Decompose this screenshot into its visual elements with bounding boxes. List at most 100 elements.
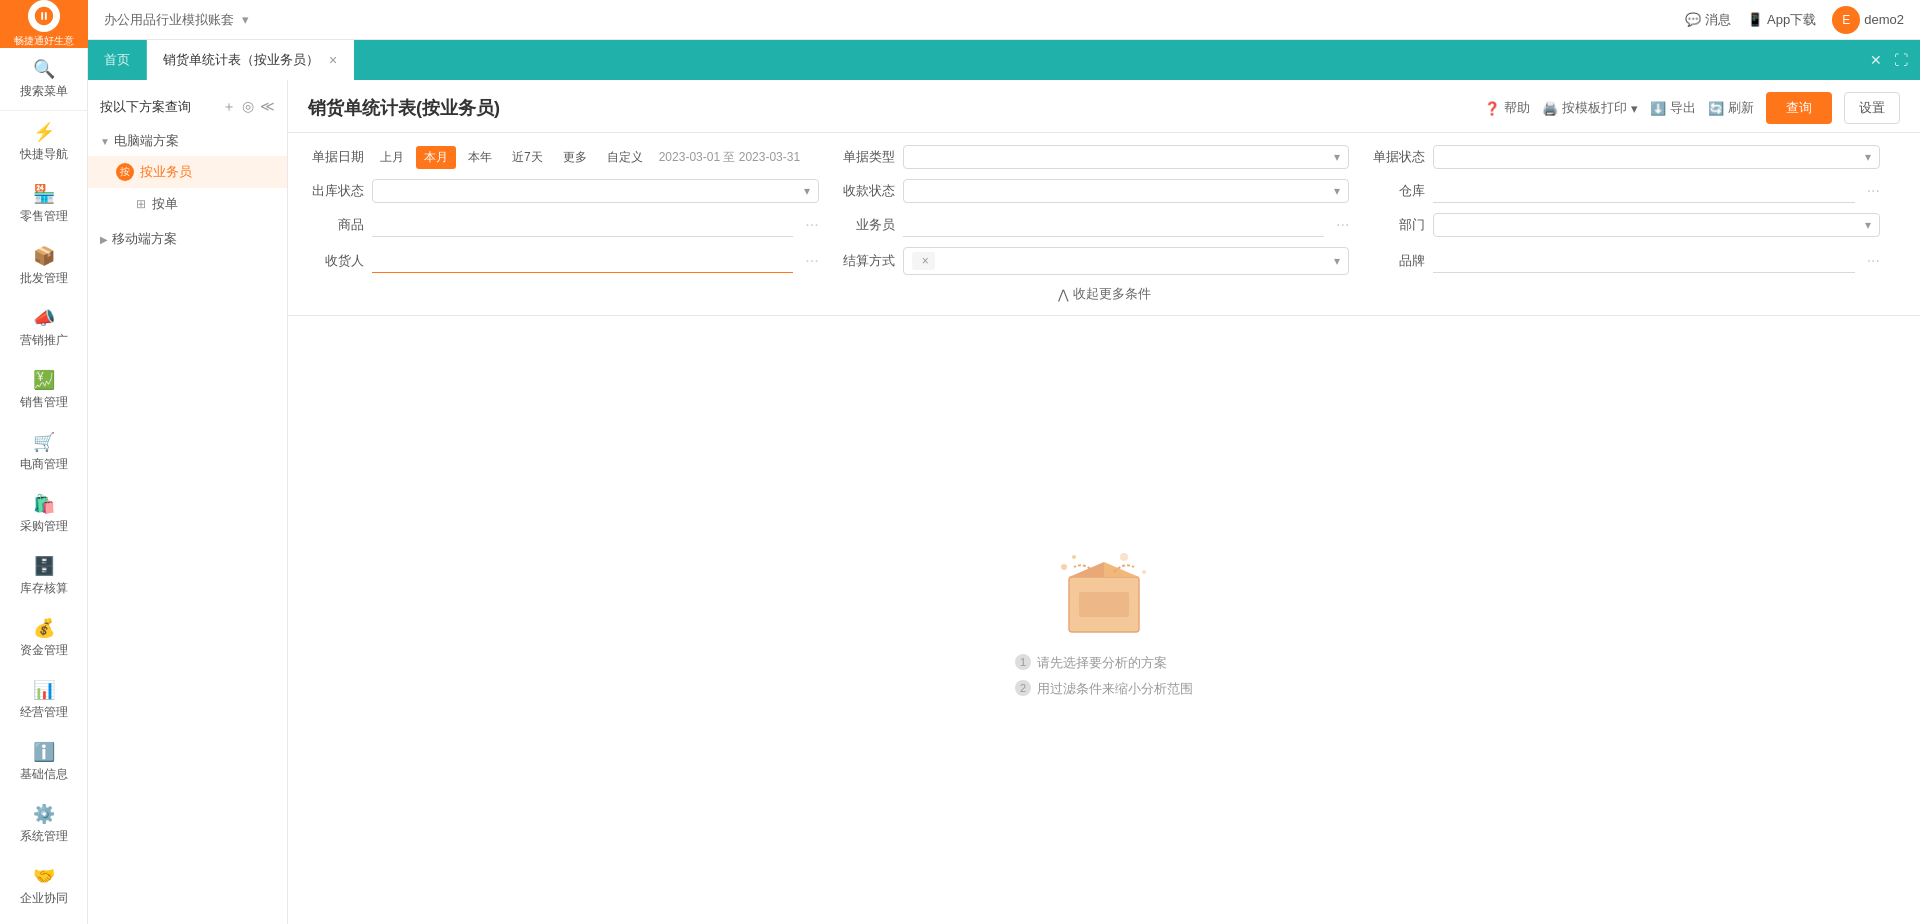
sidebar-item-cooperation[interactable]: 🤝 企业协同 <box>0 855 88 917</box>
operations-icon: 📊 <box>33 679 55 701</box>
svg-point-7 <box>1120 553 1128 561</box>
help-button[interactable]: ❓ 帮助 <box>1484 99 1530 117</box>
username: demo2 <box>1864 12 1904 27</box>
tab-home[interactable]: 首页 <box>88 40 147 80</box>
warehouse-input[interactable] <box>1433 179 1854 203</box>
panel-item-by-doc[interactable]: ⊞ 按单 <box>88 188 287 220</box>
sidebar-item-guide[interactable]: 📖 新手引导 <box>0 917 88 924</box>
payment-select[interactable]: × ▾ <box>903 247 1350 275</box>
search-label: 搜索菜单 <box>20 83 68 100</box>
app-name: 办公用品行业模拟账套 <box>104 11 234 29</box>
collapse-button[interactable]: ⋀ 收起更多条件 <box>308 285 1900 303</box>
user-avatar-area[interactable]: E demo2 <box>1832 6 1904 34</box>
sidebar-item-finance[interactable]: 💰 资金管理 <box>0 607 88 669</box>
sales-icon: 💹 <box>33 369 55 391</box>
sidebar-item-basic[interactable]: ℹ️ 基础信息 <box>0 731 88 793</box>
app-download-button[interactable]: 📱 App下载 <box>1747 11 1816 29</box>
filter-cell-docstatus: 单据状态 ▾ <box>1369 145 1900 169</box>
dept-select[interactable]: ▾ <box>1433 213 1880 237</box>
doctype-select[interactable]: ▾ <box>903 145 1350 169</box>
brand-input[interactable] <box>1433 249 1854 273</box>
sidebar-item-operations[interactable]: 📊 经营管理 <box>0 669 88 731</box>
panel-item-by-salesperson[interactable]: 按 按业务员 <box>88 156 287 188</box>
sidebar-item-ecommerce[interactable]: 🛒 电商管理 <box>0 421 88 483</box>
empty-tips: 1 请先选择要分析的方案 2 用过滤条件来缩小分析范围 <box>1015 654 1193 698</box>
marketing-label: 营销推广 <box>20 332 68 349</box>
tip-1: 1 请先选择要分析的方案 <box>1015 654 1193 672</box>
date-btn-thismonth[interactable]: 本月 <box>416 146 456 169</box>
panel-section-mobile: ▶ 移动端方案 <box>88 224 287 254</box>
print-icon: 🖨️ <box>1542 101 1558 116</box>
by-doc-label: 按单 <box>152 195 178 213</box>
ecommerce-icon: 🛒 <box>33 431 55 453</box>
panel-section-desktop-title[interactable]: ▼ 电脑端方案 <box>88 126 287 156</box>
main-content: 办公用品行业模拟账套 ▾ 💬 消息 📱 App下载 E demo2 首页 销货单… <box>88 0 1920 924</box>
outstatus-select[interactable]: ▾ <box>372 179 819 203</box>
goods-label: 商品 <box>308 216 364 234</box>
payment-label: 结算方式 <box>839 252 895 270</box>
maximize-button[interactable]: ⛶ <box>1894 52 1908 68</box>
doc-icon: ⊞ <box>136 197 146 211</box>
left-panel: 按以下方案查询 ＋ ◎ ≪ ▼ 电脑端方案 按 按业务员 ⊞ 按 <box>88 80 288 924</box>
svg-point-5 <box>1142 570 1146 574</box>
print-button[interactable]: 🖨️ 按模板打印 ▾ <box>1542 99 1638 117</box>
sidebar-item-wholesale[interactable]: 📦 批发管理 <box>0 235 88 297</box>
collectstatus-select[interactable]: ▾ <box>903 179 1350 203</box>
brand-dots-btn[interactable]: ··· <box>1867 252 1880 270</box>
collapse-panel-button[interactable]: ≪ <box>260 98 275 116</box>
sidebar-item-purchase[interactable]: 🛍️ 采购管理 <box>0 483 88 545</box>
salesperson-input[interactable] <box>903 213 1324 237</box>
warehouse-label: 仓库 <box>1369 182 1425 200</box>
consignee-input[interactable] <box>372 249 793 273</box>
sidebar-item-sales[interactable]: 💹 销售管理 <box>0 359 88 421</box>
date-btn-thisyear[interactable]: 本年 <box>460 146 500 169</box>
cooperation-label: 企业协同 <box>20 890 68 907</box>
tip-2-text: 用过滤条件来缩小分析范围 <box>1037 680 1193 698</box>
sidebar-item-quicknav[interactable]: ⚡ 快捷导航 <box>0 111 88 173</box>
setting-button[interactable]: 设置 <box>1844 92 1900 124</box>
retail-label: 零售管理 <box>20 208 68 225</box>
export-label: 导出 <box>1670 99 1696 117</box>
date-btn-custom[interactable]: 自定义 <box>599 146 651 169</box>
payment-tag-remove[interactable]: × <box>922 254 929 268</box>
doctype-label: 单据类型 <box>839 148 895 166</box>
query-button[interactable]: 查询 <box>1766 92 1832 124</box>
date-btn-7days[interactable]: 近7天 <box>504 146 551 169</box>
sidebar-logo[interactable]: 畅捷通好生意 <box>0 0 88 48</box>
system-icon: ⚙️ <box>33 803 55 825</box>
svg-marker-2 <box>1104 562 1139 577</box>
tab-sales-stat[interactable]: 销货单统计表（按业务员） × <box>147 40 354 80</box>
sidebar-item-system[interactable]: ⚙️ 系统管理 <box>0 793 88 855</box>
sidebar-item-retail[interactable]: 🏪 零售管理 <box>0 173 88 235</box>
close-window-button[interactable]: ✕ <box>1870 52 1882 68</box>
outstatus-label: 出库状态 <box>308 182 364 200</box>
date-btn-more[interactable]: 更多 <box>555 146 595 169</box>
warehouse-dots-btn[interactable]: ··· <box>1867 182 1880 200</box>
message-button[interactable]: 💬 消息 <box>1685 11 1731 29</box>
export-icon: ⬇️ <box>1650 101 1666 116</box>
goods-dots-btn[interactable]: ··· <box>805 216 818 234</box>
sidebar-item-marketing[interactable]: 📣 营销推广 <box>0 297 88 359</box>
docstatus-select[interactable]: ▾ <box>1433 145 1880 169</box>
mobile-arrow: ▶ <box>100 234 108 245</box>
sales-stat-tab-label: 销货单统计表（按业务员） <box>163 51 319 69</box>
message-label: 消息 <box>1705 11 1731 29</box>
consignee-dots-btn[interactable]: ··· <box>805 252 818 270</box>
export-button[interactable]: ⬇️ 导出 <box>1650 99 1696 117</box>
filter-cell-doctype: 单据类型 ▾ <box>839 145 1370 169</box>
filter-row-1: 单据日期 上月 本月 本年 近7天 更多 自定义 2023-03-01 至 20… <box>308 145 1900 169</box>
add-scheme-button[interactable]: ＋ <box>222 98 236 116</box>
goods-input[interactable] <box>372 213 793 237</box>
sidebar-item-inventory[interactable]: 🗄️ 库存核算 <box>0 545 88 607</box>
edit-scheme-button[interactable]: ◎ <box>242 98 254 116</box>
dropdown-icon[interactable]: ▾ <box>242 12 249 27</box>
refresh-button[interactable]: 🔄 刷新 <box>1708 99 1754 117</box>
close-tab-button[interactable]: × <box>329 52 337 68</box>
sales-label: 销售管理 <box>20 394 68 411</box>
panel-section-mobile-title[interactable]: ▶ 移动端方案 <box>88 224 287 254</box>
refresh-icon: 🔄 <box>1708 101 1724 116</box>
sidebar-search[interactable]: 🔍 搜索菜单 <box>0 48 88 111</box>
salesperson-dots-btn[interactable]: ··· <box>1336 216 1349 234</box>
date-btn-lastmonth[interactable]: 上月 <box>372 146 412 169</box>
date-filter-label: 单据日期 <box>308 148 364 166</box>
